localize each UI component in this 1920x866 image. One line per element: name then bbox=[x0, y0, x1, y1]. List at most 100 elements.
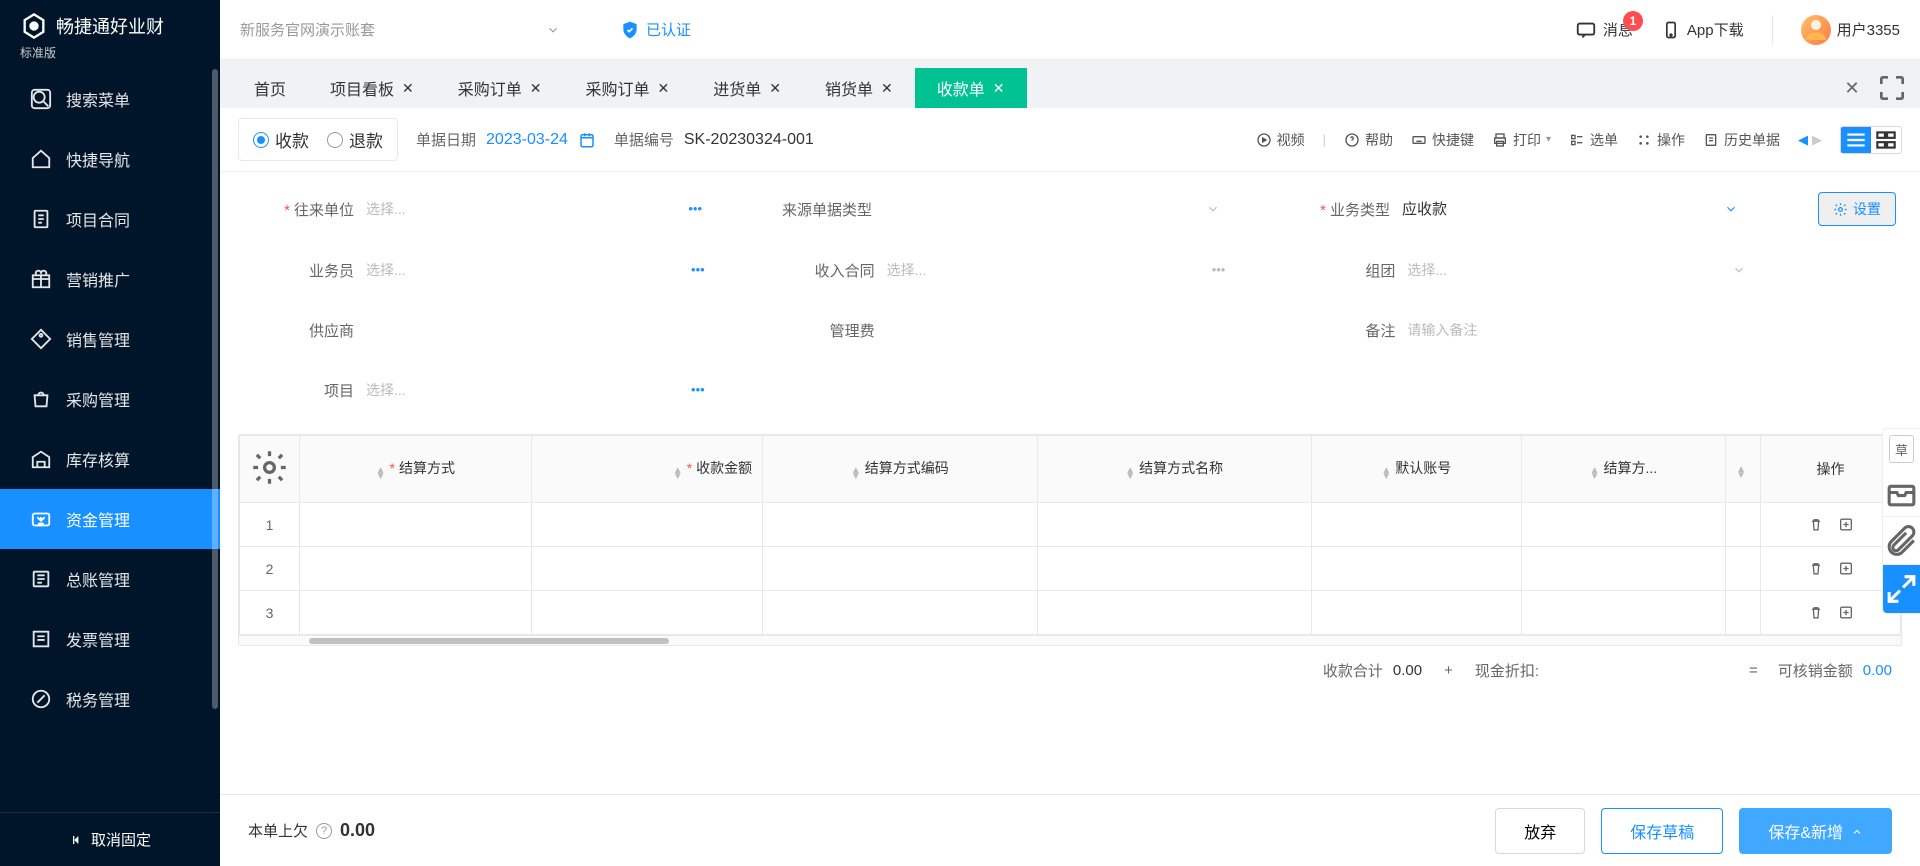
menu-marketing[interactable]: 营销推广 bbox=[0, 249, 220, 309]
project-select[interactable]: 选择...••• bbox=[366, 374, 705, 406]
user-menu[interactable]: 用户3355 bbox=[1801, 15, 1900, 45]
settings-button[interactable]: 设置 bbox=[1818, 192, 1896, 226]
date-value[interactable]: 2023-03-24 bbox=[486, 131, 568, 149]
menu-inventory[interactable]: 库存核算 bbox=[0, 429, 220, 489]
content-panel: 收款 退款 单据日期 2023-03-24 单据编号 SK-20230324-0… bbox=[220, 108, 1920, 866]
discard-button[interactable]: 放弃 bbox=[1495, 808, 1585, 854]
form-body: *往来单位 选择...••• 来源单据类型 *业务类型 应收款 设置 bbox=[220, 172, 1920, 426]
delete-row-button[interactable] bbox=[1808, 515, 1824, 534]
sidebar-scrollbar[interactable] bbox=[210, 69, 218, 812]
radio-receipt[interactable]: 收款 bbox=[253, 127, 309, 152]
save-draft-button[interactable]: 保存草稿 bbox=[1601, 808, 1723, 854]
lookup-icon[interactable]: ••• bbox=[688, 201, 702, 216]
col-settlement-name[interactable]: ▲▼结算方式名称 bbox=[1037, 436, 1311, 503]
tab-project-board[interactable]: 项目看板 ✕ bbox=[308, 68, 436, 108]
field-remark: 备注 请输入备注 bbox=[1285, 314, 1746, 346]
menu-search[interactable]: 搜索菜单 bbox=[0, 69, 220, 129]
col-default-account[interactable]: ▲▼默认账号 bbox=[1311, 436, 1521, 503]
download-button[interactable]: App下载 bbox=[1661, 19, 1744, 40]
edition-label: 标准版 bbox=[0, 44, 220, 69]
menu-purchase[interactable]: 采购管理 bbox=[0, 369, 220, 429]
add-row-button[interactable] bbox=[1838, 515, 1854, 534]
chevron-down-icon bbox=[1206, 202, 1220, 216]
add-row-button[interactable] bbox=[1838, 603, 1854, 622]
close-icon[interactable]: ✕ bbox=[769, 80, 781, 97]
add-row-button[interactable] bbox=[1838, 559, 1854, 578]
source-type-select[interactable] bbox=[884, 193, 1220, 225]
chevron-down-icon bbox=[1732, 263, 1746, 277]
group-select[interactable]: 选择... bbox=[1407, 254, 1746, 286]
col-settlement-more[interactable]: ▲▼结算方... bbox=[1521, 436, 1725, 503]
col-more[interactable]: ▲▼ bbox=[1726, 436, 1761, 503]
delete-row-button[interactable] bbox=[1808, 559, 1824, 578]
close-icon[interactable]: ✕ bbox=[658, 80, 670, 97]
fullscreen-button[interactable] bbox=[1876, 72, 1908, 104]
lookup-icon[interactable]: ••• bbox=[691, 262, 705, 277]
prev-record-button[interactable]: ◀ bbox=[1798, 132, 1808, 148]
partner-select[interactable]: 选择...••• bbox=[366, 193, 702, 225]
col-amount[interactable]: ▲▼*收款金额 bbox=[531, 436, 763, 503]
tab-home[interactable]: 首页 bbox=[232, 68, 308, 108]
tab-purchase-order-1[interactable]: 采购订单✕ bbox=[436, 68, 564, 108]
writeoff-value: 0.00 bbox=[1863, 662, 1892, 679]
print-button[interactable]: 打印▾ bbox=[1492, 130, 1551, 150]
list-view-button[interactable] bbox=[1841, 127, 1871, 153]
calendar-icon[interactable] bbox=[578, 131, 596, 149]
unpin-button[interactable]: 取消固定 bbox=[0, 812, 220, 866]
save-new-button[interactable]: 保存&新增 bbox=[1739, 808, 1892, 854]
table-h-scrollbar[interactable] bbox=[239, 635, 1901, 645]
next-record-button[interactable]: ▶ bbox=[1812, 132, 1822, 148]
menu-sales[interactable]: 销售管理 bbox=[0, 309, 220, 369]
dock-inbox-button[interactable] bbox=[1883, 469, 1920, 517]
dock-draft-button[interactable]: 草 bbox=[1889, 435, 1914, 463]
table-row[interactable]: 2 bbox=[240, 547, 1901, 591]
dock-attachment-button[interactable] bbox=[1883, 517, 1920, 565]
menu-ledger[interactable]: 总账管理 bbox=[0, 549, 220, 609]
message-button[interactable]: 消息 1 bbox=[1575, 19, 1633, 41]
card-view-button[interactable] bbox=[1871, 127, 1901, 153]
menu-quicknav[interactable]: 快捷导航 bbox=[0, 129, 220, 189]
table-header-row: ▲▼*结算方式 ▲▼*收款金额 ▲▼结算方式编码 ▲▼结算方式名称 ▲▼默认账号… bbox=[240, 436, 1901, 503]
supplier-input[interactable] bbox=[366, 314, 705, 346]
remark-input[interactable]: 请输入备注 bbox=[1407, 314, 1746, 346]
select-bill-button[interactable]: 选单 bbox=[1569, 130, 1618, 150]
salesman-select[interactable]: 选择...••• bbox=[366, 254, 705, 286]
mgmt-fee-input[interactable] bbox=[887, 314, 1226, 346]
video-button[interactable]: 视频 bbox=[1256, 130, 1305, 150]
delete-row-button[interactable] bbox=[1808, 603, 1824, 622]
income-contract-select[interactable]: 选择...••• bbox=[887, 254, 1226, 286]
dock-expand-button[interactable] bbox=[1883, 565, 1920, 613]
help-button[interactable]: 帮助 bbox=[1344, 130, 1393, 150]
menu-label: 销售管理 bbox=[66, 327, 130, 351]
lookup-icon[interactable]: ••• bbox=[691, 382, 705, 397]
tab-sales-order[interactable]: 销货单✕ bbox=[803, 68, 915, 108]
close-icon[interactable]: ✕ bbox=[881, 80, 893, 97]
col-settlement-code[interactable]: ▲▼结算方式编码 bbox=[763, 436, 1037, 503]
radio-refund[interactable]: 退款 bbox=[327, 127, 383, 152]
history-button[interactable]: 历史单据 bbox=[1703, 130, 1780, 150]
biz-type-select[interactable]: 应收款 bbox=[1402, 193, 1738, 225]
tab-receipt[interactable]: 收款单✕ bbox=[915, 68, 1027, 108]
account-selector[interactable]: 新服务官网演示账套 bbox=[240, 19, 580, 40]
menu-invoice[interactable]: 发票管理 bbox=[0, 609, 220, 669]
menu-tax[interactable]: 税务管理 bbox=[0, 669, 220, 729]
tab-goods-receipt[interactable]: 进货单✕ bbox=[691, 68, 803, 108]
menu-funds[interactable]: 资金管理 bbox=[0, 489, 220, 549]
shortcut-button[interactable]: 快捷键 bbox=[1411, 130, 1474, 150]
field-label: 供应商 bbox=[244, 320, 354, 341]
col-settlement-method[interactable]: ▲▼*结算方式 bbox=[300, 436, 532, 503]
operate-button[interactable]: 操作 bbox=[1636, 130, 1685, 150]
close-icon[interactable]: ✕ bbox=[530, 80, 542, 97]
tab-label: 项目看板 bbox=[330, 76, 394, 100]
menu-project-contract[interactable]: 项目合同 bbox=[0, 189, 220, 249]
row-number: 1 bbox=[240, 503, 300, 547]
close-icon[interactable]: ✕ bbox=[402, 80, 414, 97]
table-row[interactable]: 3 bbox=[240, 591, 1901, 635]
help-icon[interactable]: ? bbox=[316, 823, 332, 839]
table-row[interactable]: 1 bbox=[240, 503, 1901, 547]
tab-purchase-order-2[interactable]: 采购订单✕ bbox=[564, 68, 692, 108]
table-settings-button[interactable] bbox=[240, 436, 300, 503]
close-all-tabs-button[interactable]: ✕ bbox=[1836, 72, 1868, 104]
close-icon[interactable]: ✕ bbox=[993, 80, 1005, 97]
lookup-icon[interactable]: ••• bbox=[1212, 262, 1226, 277]
